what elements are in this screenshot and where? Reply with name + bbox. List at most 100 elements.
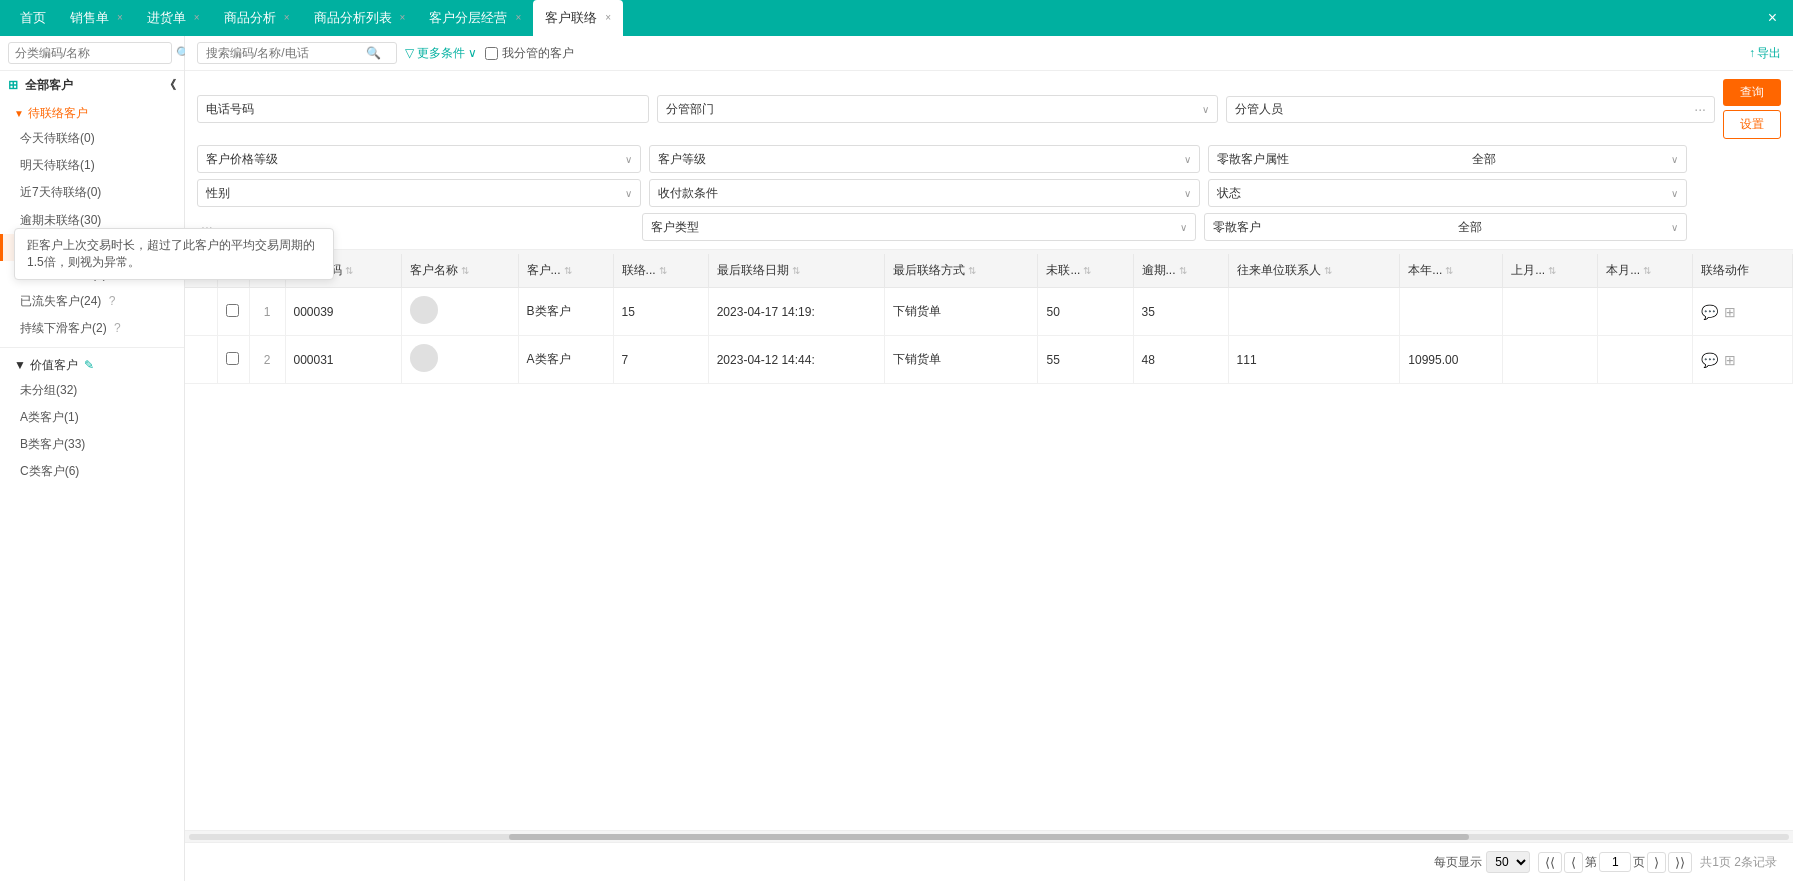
filter-actions: 查询 设置 [1723,79,1781,139]
first-page-btn[interactable]: ⟨⟨ [1538,852,1562,873]
nav-customer-tier[interactable]: 客户分层经营 × [417,0,533,36]
customer-level-field[interactable]: 客户等级 ∨ [649,145,1200,173]
sidebar-item-unclassified[interactable]: 未分组(32) [0,377,184,404]
sidebar-collapse-icon[interactable]: 《 [164,77,176,94]
nav-home[interactable]: 首页 [8,0,58,36]
sort-icon-date[interactable]: ⇅ [792,265,800,276]
row2-select-checkbox[interactable] [226,352,239,365]
sort-icon-unit[interactable]: ⇅ [1324,265,1332,276]
sort-icon-no-contact[interactable]: ⇅ [1083,265,1091,276]
scroll-thumb[interactable] [509,834,1469,840]
row2-chat-icon[interactable]: 💬 [1701,352,1718,368]
row1-select-checkbox[interactable] [226,304,239,317]
nav-purchase[interactable]: 进货单 × [135,0,212,36]
nav-sales-close[interactable]: × [117,0,123,36]
sidebar-item-tomorrow[interactable]: 明天待联络(1) [0,152,184,179]
phone-field[interactable]: 电话号码 [197,95,649,123]
nav-analysis-list[interactable]: 商品分析列表 × [302,0,418,36]
sidebar-item-class-b[interactable]: B类客户(33) [0,431,184,458]
col-level: 客户... ⇅ [518,254,613,288]
export-button[interactable]: ↑ 导出 [1749,45,1781,62]
setting-button[interactable]: 设置 [1723,110,1781,139]
sort-icon-method[interactable]: ⇅ [968,265,976,276]
manager-field[interactable]: 分管人员 ··· [1226,96,1715,123]
sort-icon-level[interactable]: ⇅ [564,265,572,276]
nav-customer-contact-close[interactable]: × [605,0,611,36]
search-input[interactable] [206,46,366,60]
window-close-button[interactable]: × [1760,9,1785,27]
prev-page-btn[interactable]: ⟨ [1564,852,1583,873]
query-button[interactable]: 查询 [1723,79,1781,106]
sidebar-all-customers[interactable]: ⊞ 全部客户 《 [0,71,184,100]
col-this-month: 本月... ⇅ [1598,254,1693,288]
row2-method-link[interactable]: 下销货单 [893,352,941,366]
my-customers-filter[interactable]: 我分管的客户 [485,45,574,62]
retail-attr-field[interactable]: 零散客户属性 全部 ∨ [1208,145,1688,173]
nav-purchase-close[interactable]: × [194,0,200,36]
nav-customer-contact[interactable]: 客户联络 × [533,0,623,36]
row1-chat-icon[interactable]: 💬 [1701,304,1718,320]
sort-icon-last-month[interactable]: ⇅ [1548,265,1556,276]
search-icon[interactable]: 🔍 [366,46,381,60]
last-page-btn[interactable]: ⟩⟩ [1668,852,1692,873]
row1-grid-icon[interactable]: ⊞ [1724,304,1736,320]
nav-analysis-close[interactable]: × [284,0,290,36]
row2-grid-icon[interactable]: ⊞ [1724,352,1736,368]
row2-this-month [1598,336,1693,384]
sidebar-pending-group[interactable]: ▼ 待联络客户 [0,100,184,125]
customer-type-chevron-icon: ∨ [1180,222,1187,233]
price-level-chevron-icon: ∨ [625,154,632,165]
sort-icon-contact[interactable]: ⇅ [659,265,667,276]
triangle-right-icon: ▼ [14,358,26,372]
sidebar-value-group[interactable]: ▼ 价值客户 ✎ [0,352,184,377]
nav-analysis-list-close[interactable]: × [400,0,406,36]
per-page-wrap: 每页显示 50 [1434,851,1530,873]
search-wrap: 🔍 [197,42,397,64]
my-customers-checkbox[interactable] [485,47,498,60]
row2-overdue: 48 [1133,336,1228,384]
customer-level-chevron-icon: ∨ [1184,154,1191,165]
filter-bar: 🔍 ▽ 更多条件 ∨ 我分管的客户 ↑ 导出 [185,36,1793,71]
horizontal-scrollbar[interactable] [185,830,1793,842]
customer-type-field[interactable]: 客户类型 ∨ [642,213,1196,241]
col-overdue: 逾期... ⇅ [1133,254,1228,288]
row1-method-link[interactable]: 下销货单 [893,304,941,318]
sort-icon-name[interactable]: ⇅ [461,265,469,276]
price-level-field[interactable]: 客户价格等级 ∨ [197,145,641,173]
export-icon: ↑ [1749,46,1755,60]
row1-last-month [1503,288,1598,336]
sort-icon-year[interactable]: ⇅ [1445,265,1453,276]
sidebar-item-lost[interactable]: 已流失客户(24) ? [0,288,184,315]
nav-sales[interactable]: 销售单 × [58,0,135,36]
row1-last-date: 2023-04-17 14:19: [708,288,884,336]
sidebar-item-class-a[interactable]: A类客户(1) [0,404,184,431]
triangle-down-icon: ▼ [14,108,24,119]
row1-this-year [1400,288,1503,336]
nav-analysis[interactable]: 商品分析 × [212,0,302,36]
status-field[interactable]: 状态 ∨ [1208,179,1688,207]
row2-actions: 💬 ⊞ [1693,336,1793,384]
row2-unit-contact: 111 [1228,336,1400,384]
sidebar-item-today[interactable]: 今天待联络(0) [0,125,184,152]
payment-field[interactable]: 收付款条件 ∨ [649,179,1200,207]
filter-icon: ▽ [405,46,414,60]
chevron-down-icon: ∨ [468,46,477,60]
status-chevron-icon: ∨ [1671,188,1678,199]
page-input[interactable] [1599,852,1631,872]
edit-icon[interactable]: ✎ [84,358,94,372]
next-page-btn[interactable]: ⟩ [1647,852,1666,873]
sort-icon-this-month[interactable]: ⇅ [1643,265,1651,276]
retail-customer-field[interactable]: 零散客户 全部 ∨ [1204,213,1687,241]
sidebar-item-declining[interactable]: 持续下滑客户(2) ? [0,315,184,342]
sidebar-search-input[interactable] [8,42,172,64]
dept-field[interactable]: 分管部门 ∨ [657,95,1218,123]
sort-icon-code[interactable]: ⇅ [345,265,353,276]
nav-customer-tier-close[interactable]: × [515,0,521,36]
row2-no-contact: 55 [1038,336,1133,384]
sidebar-item-7days[interactable]: 近7天待联络(0) [0,179,184,206]
gender-field[interactable]: 性别 ∨ [197,179,641,207]
per-page-select[interactable]: 50 [1486,851,1530,873]
more-conditions-btn[interactable]: ▽ 更多条件 ∨ [405,45,477,62]
sort-icon-overdue[interactable]: ⇅ [1179,265,1187,276]
sidebar-item-class-c[interactable]: C类客户(6) [0,458,184,485]
